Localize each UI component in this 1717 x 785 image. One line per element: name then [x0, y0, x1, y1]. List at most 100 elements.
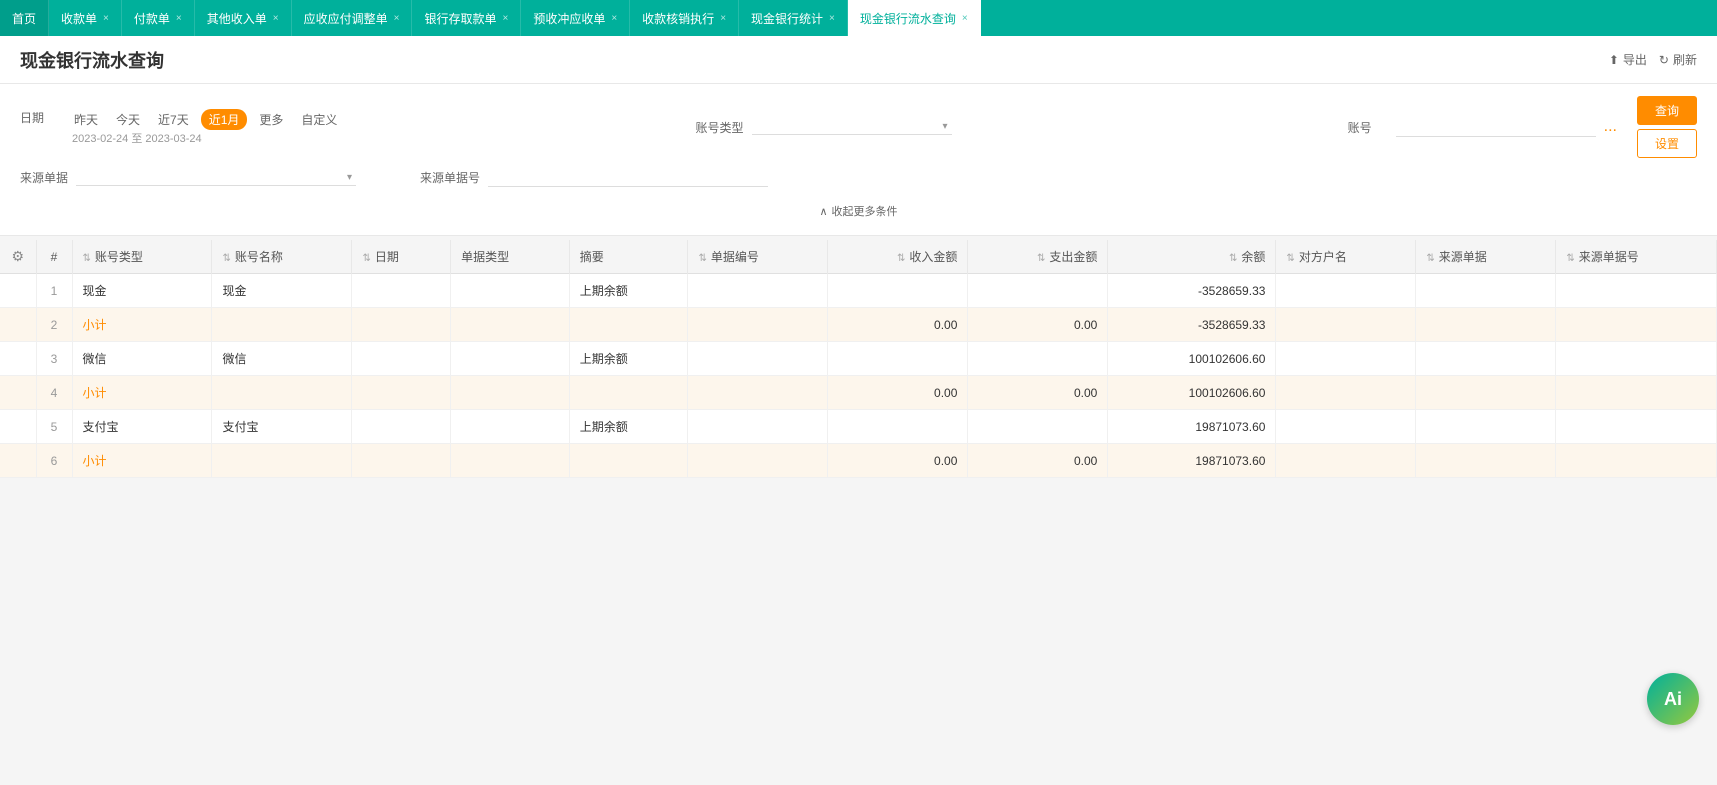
export-button[interactable]: ⬆ 导出 [1609, 51, 1647, 68]
cell-account-name [212, 444, 352, 478]
table-row[interactable]: 3 微信 微信 上期余额 100102606.60 [0, 342, 1717, 376]
source-doc-no-input[interactable] [488, 168, 768, 187]
nav-item-receipt[interactable]: 收款单 × [49, 0, 122, 36]
cell-doc-type [451, 444, 570, 478]
nav-item-bank-deposit[interactable]: 银行存取款单 × [412, 0, 521, 36]
cell-income: 0.00 [828, 308, 968, 342]
cell-index: 4 [36, 376, 72, 410]
sort-source-doc-icon: ⇅ [1426, 253, 1434, 264]
cell-source-doc [1416, 274, 1556, 308]
col-date[interactable]: ⇅日期 [352, 240, 451, 274]
cell-date [352, 410, 451, 444]
more-dots-icon[interactable]: ... [1604, 118, 1617, 136]
cell-date [352, 308, 451, 342]
nav-prepaid-close[interactable]: × [611, 13, 617, 24]
cell-account-name: 现金 [212, 274, 352, 308]
cell-source-doc [1416, 410, 1556, 444]
col-source-doc[interactable]: ⇅来源单据 [1416, 240, 1556, 274]
table-row[interactable]: 5 支付宝 支付宝 上期余额 19871073.60 [0, 410, 1717, 444]
nav-other-income-close[interactable]: × [273, 13, 279, 24]
col-counterpart[interactable]: ⇅对方户名 [1276, 240, 1416, 274]
cell-balance: 19871073.60 [1108, 410, 1276, 444]
nav-item-cash-bank-stats[interactable]: 现金银行统计 × [739, 0, 848, 36]
date-btn-more[interactable]: 更多 [253, 109, 289, 130]
table-row[interactable]: 1 现金 现金 上期余额 -3528659.33 [0, 274, 1717, 308]
cell-summary [569, 444, 688, 478]
table-row[interactable]: 6 小计 0.00 0.00 19871073.60 [0, 444, 1717, 478]
sort-account-name-icon: ⇅ [222, 253, 230, 264]
col-doc-no[interactable]: ⇅单据编号 [688, 240, 828, 274]
cell-date [352, 342, 451, 376]
source-doc-arrow-icon: ▾ [347, 172, 352, 183]
nav-payment-close[interactable]: × [176, 13, 182, 24]
cell-source-doc-no [1556, 444, 1717, 478]
table-body: 1 现金 现金 上期余额 -3528659.33 2 小计 0.00 0.00 … [0, 274, 1717, 478]
nav-bank-deposit-close[interactable]: × [502, 13, 508, 24]
refresh-button[interactable]: ↻ 刷新 [1659, 51, 1697, 68]
cell-index: 5 [36, 410, 72, 444]
col-expense[interactable]: ⇅支出金额 [968, 240, 1108, 274]
nav-item-ar-ap-adjust[interactable]: 应收应付调整单 × [292, 0, 413, 36]
date-btn-today[interactable]: 今天 [110, 109, 146, 130]
cell-expense [968, 410, 1108, 444]
cell-income: 0.00 [828, 376, 968, 410]
nav-item-cash-bank-query[interactable]: 现金银行流水查询 × [848, 0, 981, 36]
cell-index: 2 [36, 308, 72, 342]
nav-receipt-close[interactable]: × [103, 13, 109, 24]
nav-cash-stats-close[interactable]: × [829, 13, 835, 24]
col-account-name[interactable]: ⇅账号名称 [212, 240, 352, 274]
sort-date-icon: ⇅ [362, 253, 370, 264]
nav-ar-ap-close[interactable]: × [394, 13, 400, 24]
cell-doc-no [688, 342, 828, 376]
nav-item-receipt-verify[interactable]: 收款核销执行 × [630, 0, 739, 36]
cell-settings [0, 342, 36, 376]
cell-account-type: 小计 [72, 376, 212, 410]
cell-income [828, 342, 968, 376]
refresh-label: 刷新 [1673, 51, 1697, 68]
table-row[interactable]: 4 小计 0.00 0.00 100102606.60 [0, 376, 1717, 410]
sort-account-type-icon: ⇅ [83, 253, 91, 264]
cell-settings [0, 376, 36, 410]
col-settings[interactable]: ⚙ [0, 240, 36, 274]
cell-settings [0, 410, 36, 444]
date-btn-7days[interactable]: 近7天 [152, 109, 195, 130]
col-income[interactable]: ⇅收入金额 [828, 240, 968, 274]
ai-fab-button[interactable]: Ai [1647, 673, 1699, 725]
cell-source-doc-no [1556, 376, 1717, 410]
col-summary: 摘要 [569, 240, 688, 274]
account-input[interactable] [1396, 118, 1596, 137]
nav-cash-query-close[interactable]: × [962, 13, 968, 24]
query-button[interactable]: 查询 [1637, 96, 1697, 125]
date-btn-yesterday[interactable]: 昨天 [68, 109, 104, 130]
export-label: 导出 [1623, 51, 1647, 68]
col-balance[interactable]: ⇅余额 [1108, 240, 1276, 274]
nav-receipt-verify-close[interactable]: × [720, 13, 726, 24]
page-title: 现金银行流水查询 [20, 47, 164, 73]
source-doc-no-label: 来源单据号 [420, 169, 480, 186]
cell-index: 3 [36, 342, 72, 376]
date-btn-custom[interactable]: 自定义 [295, 109, 343, 130]
col-account-type[interactable]: ⇅账号类型 [72, 240, 212, 274]
nav-item-prepaid-charge[interactable]: 预收冲应收单 × [521, 0, 630, 36]
header-actions: ⬆ 导出 ↻ 刷新 [1609, 51, 1697, 68]
table-settings-icon[interactable]: ⚙ [11, 248, 24, 264]
col-source-doc-no[interactable]: ⇅来源单据号 [1556, 240, 1717, 274]
sort-income-icon: ⇅ [897, 253, 905, 264]
cell-source-doc [1416, 342, 1556, 376]
nav-item-payment[interactable]: 付款单 × [122, 0, 195, 36]
cell-source-doc-no [1556, 308, 1717, 342]
collapse-bar[interactable]: ∧ 收起更多条件 [20, 197, 1697, 223]
cell-summary: 上期余额 [569, 274, 688, 308]
account-type-select[interactable]: ▾ [752, 119, 952, 135]
nav-cash-stats-label: 现金银行统计 [751, 10, 823, 27]
table-row[interactable]: 2 小计 0.00 0.00 -3528659.33 [0, 308, 1717, 342]
cell-balance: 100102606.60 [1108, 342, 1276, 376]
nav-item-home[interactable]: 首页 [0, 0, 49, 36]
source-doc-select[interactable]: ▾ [76, 170, 356, 186]
date-shortcuts: 昨天 今天 近7天 近1月 更多 自定义 [68, 109, 343, 130]
cell-account-name: 微信 [212, 342, 352, 376]
settings-button[interactable]: 设置 [1637, 129, 1697, 158]
date-btn-1month[interactable]: 近1月 [201, 109, 248, 130]
date-range-display: 2023-02-24 至 2023-03-24 [72, 130, 343, 146]
nav-item-other-income[interactable]: 其他收入单 × [195, 0, 292, 36]
